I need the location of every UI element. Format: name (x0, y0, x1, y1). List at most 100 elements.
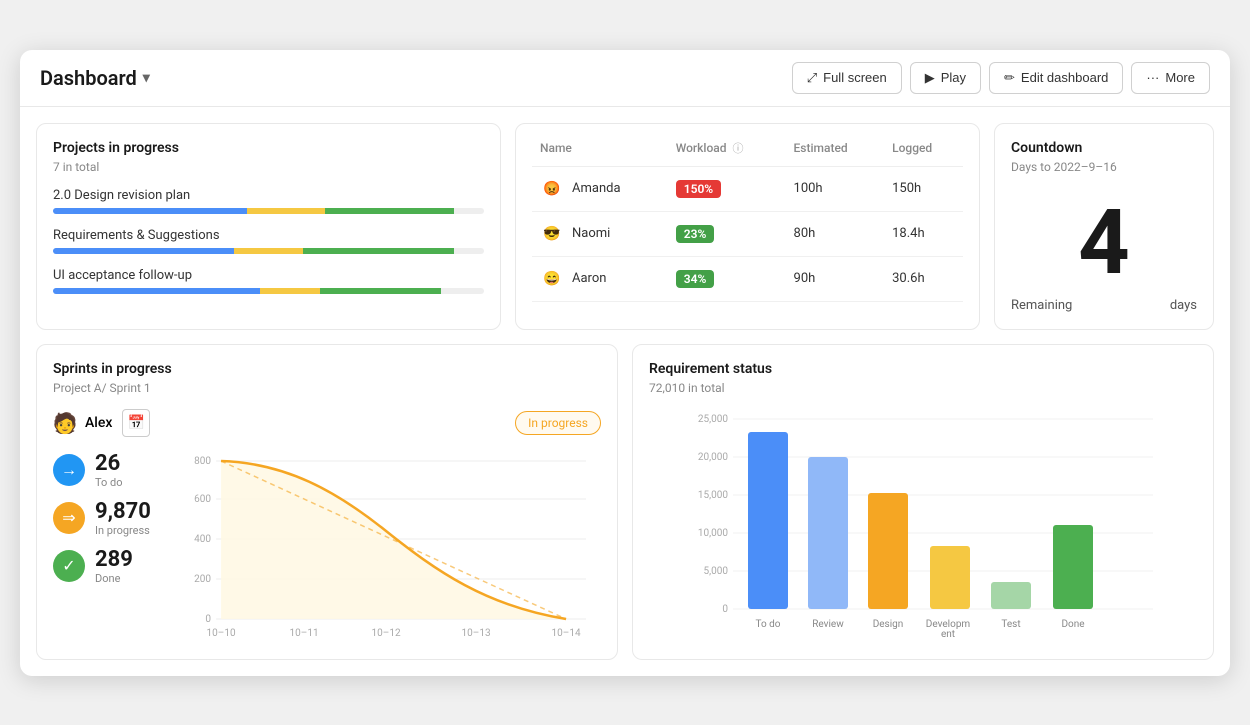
seg-yellow-2 (234, 248, 303, 254)
svg-text:200: 200 (194, 574, 211, 585)
countdown-number: 4 (1011, 188, 1197, 298)
sprint-status-badge: In progress (515, 411, 601, 435)
svg-text:400: 400 (194, 534, 211, 545)
todo-label: To do (95, 476, 123, 489)
bottom-row: Sprints in progress Project A/ Sprint 1 … (36, 344, 1214, 660)
remaining-label: Remaining (1011, 298, 1072, 313)
svg-text:800: 800 (194, 456, 211, 467)
inprogress-icon: ⇒ (53, 502, 85, 534)
fullscreen-button[interactable]: ⤢ Full screen (792, 62, 902, 94)
sprint-user: 🧑 Alex (53, 411, 112, 435)
title-text: Dashboard (40, 66, 137, 90)
countdown-title: Countdown (1011, 140, 1197, 156)
svg-text:10,000: 10,000 (698, 528, 728, 539)
badge-naomi: 23% (676, 225, 715, 243)
header-actions: ⤢ Full screen ▶ Play ✏ Edit dashboard ··… (792, 62, 1210, 94)
table-row: 😄 Aaron 34% 90h 30.6h (532, 256, 963, 301)
svg-text:25,000: 25,000 (698, 414, 728, 425)
workload-info-icon: ⓘ (733, 142, 744, 155)
svg-text:Done: Done (1061, 619, 1084, 630)
progress-bar-2 (53, 248, 484, 254)
app-window: Dashboard ▾ ⤢ Full screen ▶ Play ✏ Edit … (20, 50, 1230, 676)
seg-green-3 (320, 288, 441, 294)
person-aaron: 😄 Aaron (540, 267, 660, 291)
svg-text:10–12: 10–12 (371, 628, 400, 639)
seg-blue-3 (53, 288, 260, 294)
col-workload: Workload ⓘ (668, 140, 786, 167)
inprogress-number: 9,870 (95, 499, 151, 524)
play-button[interactable]: ▶ Play (910, 62, 981, 94)
sprints-subtitle: Project A/ Sprint 1 (53, 381, 601, 395)
req-status-subtitle: 72,010 in total (649, 381, 1197, 395)
svg-text:10–10: 10–10 (206, 628, 235, 639)
more-icon: ··· (1146, 70, 1159, 85)
todo-icon: → (53, 454, 85, 486)
svg-text:0: 0 (722, 604, 728, 615)
projects-card: Projects in progress 7 in total 2.0 Desi… (36, 123, 501, 330)
edit-icon: ✏ (1004, 70, 1015, 86)
more-button[interactable]: ··· More (1131, 62, 1210, 94)
requirement-status-card: Requirement status 72,010 in total 25,00… (632, 344, 1214, 660)
sprint-user-name: Alex (85, 415, 112, 431)
bar-review (808, 457, 848, 609)
sprint-content: → 26 To do ⇒ 9,870 In progress (53, 451, 601, 641)
projects-title: Projects in progress (53, 140, 484, 156)
table-row: 😎 Naomi 23% 80h 18.4h (532, 211, 963, 256)
done-label: Done (95, 572, 133, 585)
countdown-footer: Remaining days (1011, 298, 1197, 313)
sprint-avatar: 🧑 (53, 411, 77, 435)
svg-text:ent: ent (941, 629, 955, 639)
progress-bar-1 (53, 208, 484, 214)
days-label: days (1170, 298, 1197, 313)
calendar-icon[interactable]: 📅 (122, 409, 150, 437)
svg-text:10–13: 10–13 (461, 628, 490, 639)
workload-table: Name Workload ⓘ Estimated Logged (532, 140, 963, 302)
svg-text:To do: To do (755, 619, 780, 630)
done-number: 289 (95, 547, 133, 572)
seg-green-2 (303, 248, 454, 254)
bar-development (930, 546, 970, 609)
person-naomi: 😎 Naomi (540, 222, 660, 246)
burndown-svg: 800 600 400 200 0 10–10 (171, 451, 601, 641)
req-status-title: Requirement status (649, 361, 1197, 377)
col-logged: Logged (884, 140, 963, 167)
svg-text:5,000: 5,000 (704, 566, 729, 577)
svg-text:20,000: 20,000 (698, 452, 728, 463)
bar-test (991, 582, 1031, 609)
done-icon: ✓ (53, 550, 85, 582)
badge-aaron: 34% (676, 270, 715, 288)
stat-inprogress: ⇒ 9,870 In progress (53, 499, 151, 537)
svg-text:Design: Design (873, 619, 904, 630)
stat-done: ✓ 289 Done (53, 547, 151, 585)
svg-text:15,000: 15,000 (698, 490, 728, 501)
avatar-naomi: 😎 (540, 222, 564, 246)
dashboard-title[interactable]: Dashboard ▾ (40, 66, 150, 90)
todo-number: 26 (95, 451, 123, 476)
svg-text:10–11: 10–11 (289, 628, 318, 639)
inprogress-label: In progress (95, 524, 151, 537)
project-item-3: UI acceptance follow-up (53, 268, 484, 294)
avatar-amanda: 😡 (540, 177, 564, 201)
bar-chart-svg: 25,000 20,000 15,000 10,000 5,000 0 To d… (649, 409, 1197, 639)
workload-card: Name Workload ⓘ Estimated Logged (515, 123, 980, 330)
col-name: Name (532, 140, 668, 167)
project-item-2: Requirements & Suggestions (53, 228, 484, 254)
fullscreen-icon: ⤢ (807, 70, 817, 86)
svg-text:0: 0 (205, 614, 211, 625)
sprints-title: Sprints in progress (53, 361, 601, 377)
edit-dashboard-button[interactable]: ✏ Edit dashboard (989, 62, 1123, 94)
countdown-card: Countdown Days to 2022–9–16 4 Remaining … (994, 123, 1214, 330)
avatar-aaron: 😄 (540, 267, 564, 291)
projects-subtitle: 7 in total (53, 160, 484, 174)
table-row: 😡 Amanda 150% 100h 150h (532, 166, 963, 211)
sprint-header: 🧑 Alex 📅 In progress (53, 409, 601, 437)
header: Dashboard ▾ ⤢ Full screen ▶ Play ✏ Edit … (20, 50, 1230, 107)
bar-todo (748, 432, 788, 609)
svg-text:Test: Test (1001, 619, 1020, 630)
play-icon: ▶ (925, 70, 935, 86)
sprints-card: Sprints in progress Project A/ Sprint 1 … (36, 344, 618, 660)
project-item-1: 2.0 Design revision plan (53, 188, 484, 214)
progress-bar-3 (53, 288, 484, 294)
stat-todo: → 26 To do (53, 451, 151, 489)
burndown-chart: 800 600 400 200 0 10–10 (171, 451, 601, 641)
